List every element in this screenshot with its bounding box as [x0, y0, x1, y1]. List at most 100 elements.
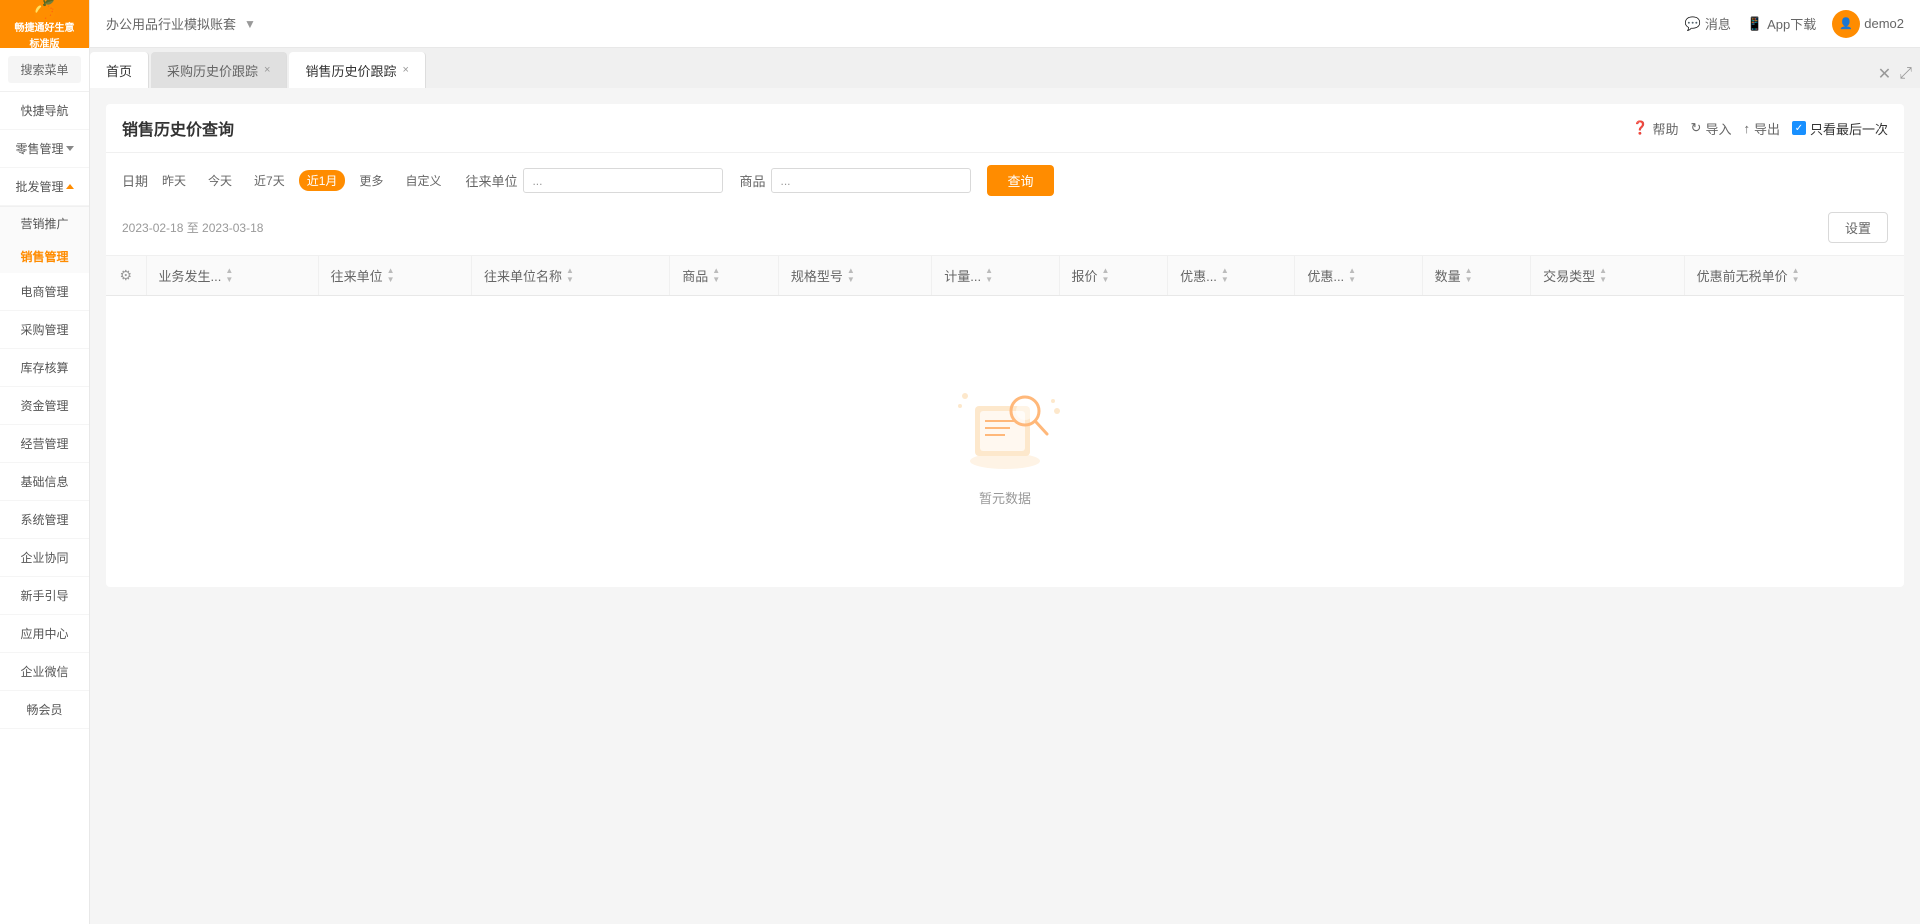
tab-purchase-history-close[interactable]: × [264, 64, 270, 76]
help-label: 帮助 [1653, 119, 1679, 138]
main-area: 办公用品行业模拟账套 ▼ 💬 消息 📱 App下载 👤 demo2 首页 [90, 0, 1920, 924]
date-btn-yesterday[interactable]: 昨天 [154, 170, 194, 191]
date-btn-7days[interactable]: 近7天 [246, 170, 293, 191]
help-icon: ❓ [1632, 120, 1648, 136]
partner-input-dots: ... [532, 174, 542, 188]
sidebar-item-cooperation[interactable]: 企业协同 [0, 539, 89, 577]
avatar: 👤 [1832, 10, 1860, 38]
th-trade-type[interactable]: 交易类型 ▲▼ [1531, 256, 1684, 296]
import-icon: ↻ [1691, 120, 1702, 136]
th-discount1[interactable]: 优惠... ▲▼ [1168, 256, 1295, 296]
tab-sales-history-label: 销售历史价跟踪 [305, 61, 396, 80]
export-button[interactable]: ↑ 导出 [1743, 119, 1780, 138]
sidebar-item-operations[interactable]: 经营管理 [0, 425, 89, 463]
sort-icon-biz-date: ▲ ▼ [225, 267, 233, 284]
logo-text: 畅捷通好生意 [15, 23, 75, 35]
tabs-bar: 首页 采购历史价跟踪 × 销售历史价跟踪 × ✕ ⤢ [90, 48, 1920, 88]
sidebar-item-shortcuts[interactable]: 快捷导航 [0, 92, 89, 130]
empty-text: 暂元数据 [979, 488, 1031, 507]
sidebar-item-member[interactable]: 畅会员 [0, 691, 89, 729]
header-dropdown-icon[interactable]: ▼ [244, 17, 256, 31]
header-title: 办公用品行业模拟账套 [106, 14, 236, 33]
sidebar-item-purchase[interactable]: 采购管理 [0, 311, 89, 349]
user-name: demo2 [1864, 16, 1904, 31]
th-partner-name[interactable]: 往来单位名称 ▲▼ [472, 256, 670, 296]
import-label: 导入 [1705, 119, 1731, 138]
user-profile[interactable]: 👤 demo2 [1832, 10, 1904, 38]
th-sort-biz-date[interactable]: 业务发生... ▲ ▼ [159, 266, 306, 285]
only-last-checkbox[interactable]: ✓ [1792, 121, 1806, 135]
date-range-display: 2023-02-18 至 2023-03-18 [122, 219, 263, 236]
date-btn-more[interactable]: 更多 [351, 170, 391, 191]
th-quantity[interactable]: 数量 ▲▼ [1422, 256, 1531, 296]
sidebar-sub-item-marketing[interactable]: 营销推广 [0, 207, 89, 240]
date-btn-custom[interactable]: 自定义 [397, 170, 449, 191]
sidebar-item-inventory[interactable]: 库存核算 [0, 349, 89, 387]
search-button[interactable]: 查询 [987, 165, 1053, 196]
th-goods[interactable]: 商品 ▲▼ [670, 256, 779, 296]
tab-home[interactable]: 首页 [90, 52, 149, 88]
tabs-maximize-button[interactable]: ⤢ [1899, 65, 1912, 83]
partner-input[interactable]: ... [523, 168, 723, 193]
search-menu-button[interactable]: 搜索菜单 [8, 56, 81, 83]
sidebar-item-basics[interactable]: 基础信息 [0, 463, 89, 501]
sort-icon-quantity: ▲▼ [1465, 267, 1473, 284]
wholesale-expand-icon [66, 184, 74, 189]
filter-bar: 日期 昨天 今天 近7天 近1月 更多 自定义 往来单位 ... [106, 153, 1904, 256]
import-button[interactable]: ↻ 导入 [1691, 119, 1732, 138]
sort-icon-discount1: ▲▼ [1221, 267, 1229, 284]
th-unit[interactable]: 计量... ▲▼ [932, 256, 1059, 296]
data-table: ⚙ 业务发生... ▲ ▼ [106, 256, 1904, 296]
sidebar-item-guide[interactable]: 新手引导 [0, 577, 89, 615]
only-last-label[interactable]: ✓ 只看最后一次 [1792, 119, 1888, 138]
wholesale-submenu: 营销推广 销售管理 [0, 206, 89, 273]
page-title: 销售历史价查询 [122, 116, 234, 140]
message-button[interactable]: 💬 消息 [1685, 14, 1731, 33]
app-download-button[interactable]: 📱 App下载 [1747, 14, 1816, 33]
th-pretax-price[interactable]: 优惠前无税单价 ▲▼ [1684, 256, 1904, 296]
avatar-icon: 👤 [1839, 17, 1853, 30]
goods-filter-group: 商品 ... [739, 168, 971, 193]
help-button[interactable]: ❓ 帮助 [1632, 119, 1678, 138]
sidebar-search[interactable]: 搜索菜单 [0, 48, 89, 92]
sort-icon-price: ▲▼ [1102, 267, 1110, 284]
goods-label: 商品 [739, 171, 765, 190]
top-header: 办公用品行业模拟账套 ▼ 💬 消息 📱 App下载 👤 demo2 [90, 0, 1920, 48]
sidebar-item-finance[interactable]: 资金管理 [0, 387, 89, 425]
retail-expand-icon [66, 146, 74, 151]
sort-icon-spec: ▲▼ [847, 267, 855, 284]
tab-home-label: 首页 [106, 61, 132, 80]
tabs-actions: ✕ ⤢ [1878, 64, 1920, 88]
sidebar-item-wholesale[interactable]: 批发管理 [0, 168, 89, 206]
sidebar-item-ecommerce[interactable]: 电商管理 [0, 273, 89, 311]
th-partner-code[interactable]: 往来单位 ▲▼ [318, 256, 471, 296]
sidebar-item-appcenter[interactable]: 应用中心 [0, 615, 89, 653]
gear-icon[interactable]: ⚙ [119, 267, 132, 283]
sidebar-sub-item-sales[interactable]: 销售管理 [0, 240, 89, 273]
app-download-icon: 📱 [1747, 16, 1763, 32]
th-price[interactable]: 报价 ▲▼ [1059, 256, 1168, 296]
th-spec[interactable]: 规格型号 ▲▼ [778, 256, 931, 296]
logo-icon: 🍊 [32, 0, 57, 23]
goods-input[interactable]: ... [771, 168, 971, 193]
partner-filter-group: 往来单位 ... [465, 168, 723, 193]
date-btn-today[interactable]: 今天 [200, 170, 240, 191]
goods-input-dots: ... [780, 174, 790, 188]
tab-sales-history-close[interactable]: × [402, 64, 408, 76]
th-biz-date[interactable]: 业务发生... ▲ ▼ [146, 256, 318, 296]
sidebar-item-wechat[interactable]: 企业微信 [0, 653, 89, 691]
th-discount2[interactable]: 优惠... ▲▼ [1295, 256, 1422, 296]
tab-purchase-history[interactable]: 采购历史价跟踪 × [151, 52, 287, 88]
tabs-close-all-button[interactable]: ✕ [1878, 64, 1891, 84]
sidebar-item-retail[interactable]: 零售管理 [0, 130, 89, 168]
settings-button[interactable]: 设置 [1828, 212, 1888, 243]
date-btn-1month[interactable]: 近1月 [299, 170, 346, 191]
filter-row2: 2023-02-18 至 2023-03-18 设置 [122, 212, 1888, 243]
tab-sales-history[interactable]: 销售历史价跟踪 × [289, 52, 425, 88]
table-header-row: ⚙ 业务发生... ▲ ▼ [106, 256, 1904, 296]
sidebar-item-system[interactable]: 系统管理 [0, 501, 89, 539]
sort-icon-pretax-price: ▲▼ [1792, 267, 1800, 284]
th-settings[interactable]: ⚙ [106, 256, 146, 296]
empty-svg [945, 376, 1065, 476]
sort-icon-trade-type: ▲▼ [1599, 267, 1607, 284]
